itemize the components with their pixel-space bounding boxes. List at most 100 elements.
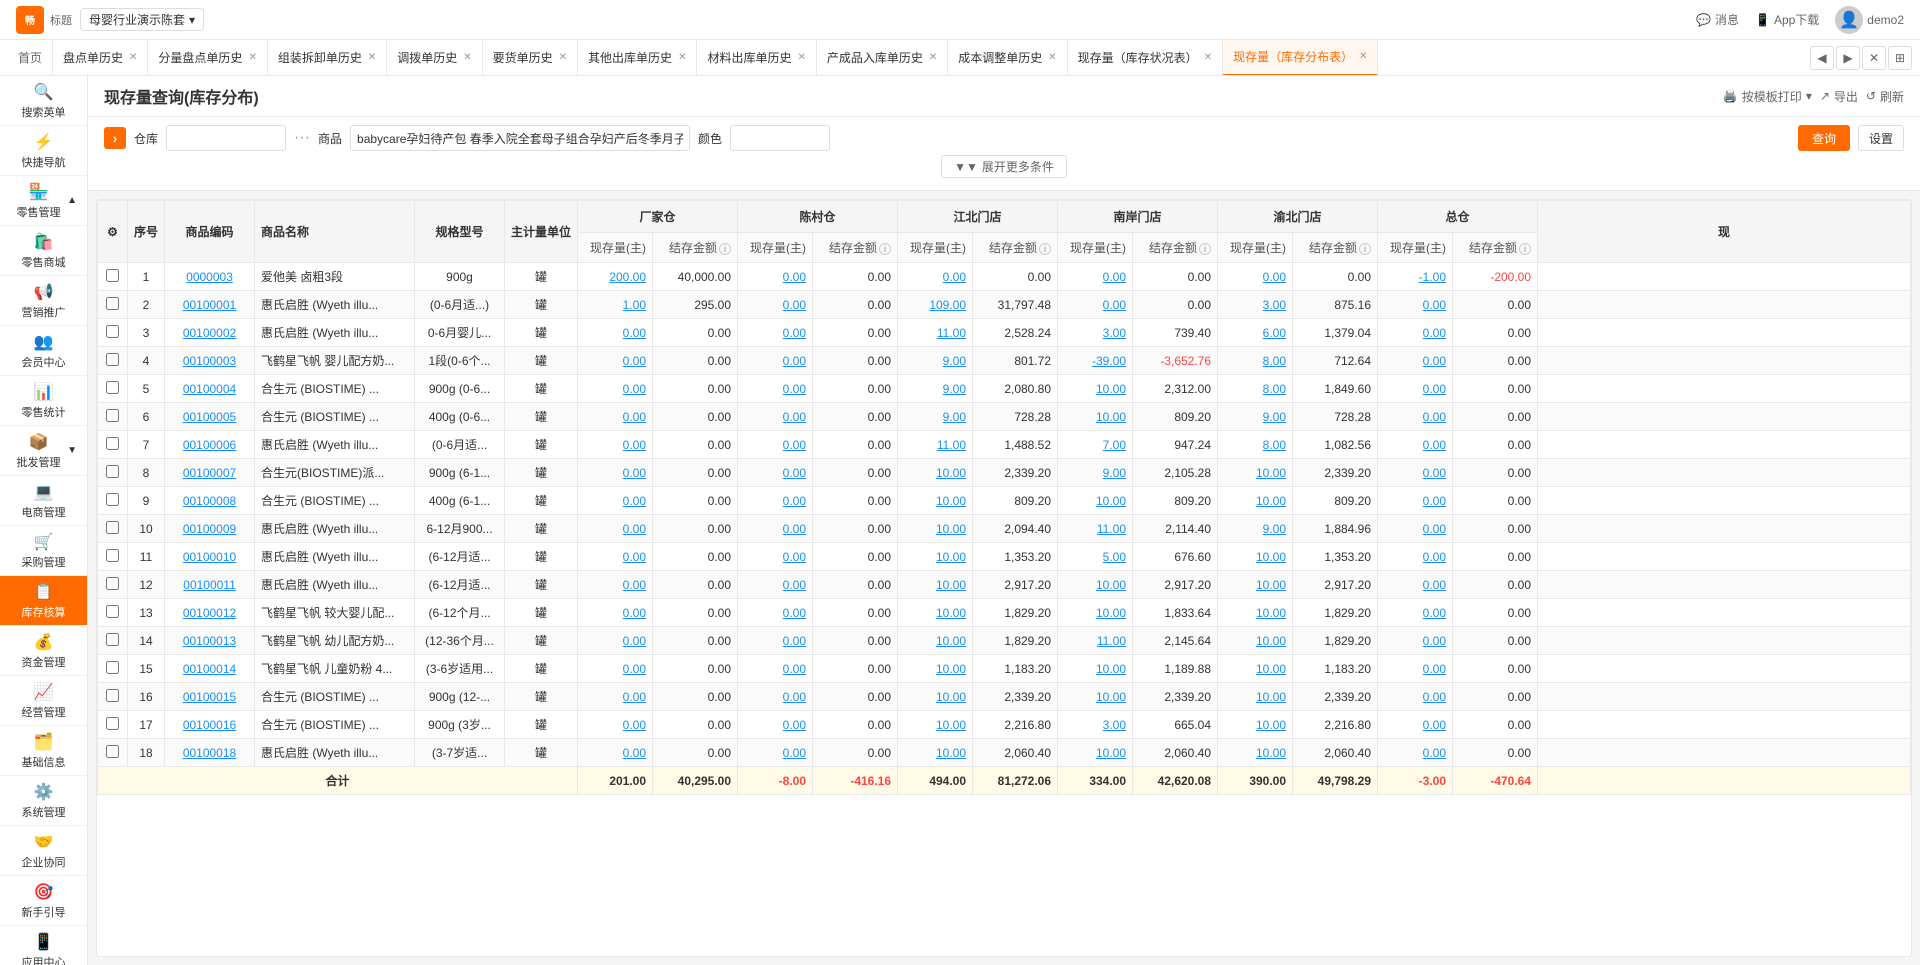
tab-transfer-history[interactable]: 调拨单历史 ✕	[387, 40, 482, 76]
appcenter-icon: 📱	[34, 932, 54, 952]
cell-checkbox[interactable]	[98, 403, 128, 431]
sidebar-item-appcenter[interactable]: 📱 应用中心	[0, 926, 87, 965]
sidebar-item-marketing[interactable]: 📢 营销推广	[0, 276, 87, 326]
cell-chen-amt: 0.00	[813, 515, 898, 543]
tab-product-inbound[interactable]: 产成品入库单历史 ✕	[817, 40, 948, 76]
search-btn[interactable]: 查询	[1798, 125, 1850, 151]
cell-spec: (0-6月适...)	[415, 291, 505, 319]
tab-cost-adjustment[interactable]: 成本调整单历史 ✕	[948, 40, 1067, 76]
refresh-btn[interactable]: ↺ 刷新	[1866, 88, 1904, 105]
sidebar-item-basic[interactable]: 🗂️ 基础信息	[0, 726, 87, 776]
tab-close-icon[interactable]: ✕	[368, 52, 376, 63]
export-btn[interactable]: ↗ 导出	[1820, 88, 1858, 105]
cell-nanan-qty: 10.00	[1058, 599, 1133, 627]
sidebar-item-retailstat[interactable]: 📊 零售统计	[0, 376, 87, 426]
tab-close-icon[interactable]: ✕	[559, 52, 567, 63]
sidebar-item-finance[interactable]: 💰 资金管理	[0, 626, 87, 676]
nav-prev-btn[interactable]: ◀	[1810, 46, 1834, 70]
cell-code: 00100001	[165, 291, 255, 319]
cell-checkbox[interactable]	[98, 459, 128, 487]
tab-close-icon[interactable]: ✕	[1204, 52, 1212, 63]
sidebar-item-system[interactable]: ⚙️ 系统管理	[0, 776, 87, 826]
cell-checkbox[interactable]	[98, 571, 128, 599]
cell-name: 惠氏启胜 (Wyeth illu...	[255, 571, 415, 599]
tab-close-icon[interactable]: ✕	[1359, 51, 1367, 62]
th-name: 商品名称	[255, 201, 415, 263]
cell-yubei-qty: 6.00	[1218, 319, 1293, 347]
print-btn[interactable]: 🖨️ 按模板打印 ▾	[1723, 88, 1812, 105]
cell-checkbox[interactable]	[98, 711, 128, 739]
sidebar-item-retail[interactable]: 🏪 零售管理 ▲	[0, 176, 87, 226]
sidebar-item-quicknav[interactable]: ⚡ 快捷导航	[0, 126, 87, 176]
sidebar-item-operations[interactable]: 📈 经营管理	[0, 676, 87, 726]
sidebar-item-purchase[interactable]: 🛒 采购管理	[0, 526, 87, 576]
cell-checkbox[interactable]	[98, 627, 128, 655]
sidebar-item-member[interactable]: 👥 会员中心	[0, 326, 87, 376]
sidebar-item-guide[interactable]: 🎯 新手引导	[0, 876, 87, 926]
cell-jiangbei-amt: 1,353.20	[973, 543, 1058, 571]
cell-nanan-amt: -3,652.76	[1133, 347, 1218, 375]
sidebar-item-wholesale[interactable]: 📦 批发管理 ▼	[0, 426, 87, 476]
cell-jiangbei-qty: 10.00	[898, 655, 973, 683]
tab-stock-status[interactable]: 现存量（库存状况表） ✕	[1068, 40, 1223, 76]
cell-checkbox[interactable]	[98, 599, 128, 627]
tab-home[interactable]: 首页	[8, 40, 53, 76]
goods-input[interactable]	[350, 125, 690, 151]
cell-jiangbei-qty: 10.00	[898, 627, 973, 655]
user-menu[interactable]: 👤 demo2	[1835, 6, 1904, 34]
cell-checkbox[interactable]	[98, 543, 128, 571]
cell-factory-amt: 0.00	[653, 571, 738, 599]
sidebar-item-search[interactable]: 🔍 搜索英单	[0, 76, 87, 126]
tab-inventory-history[interactable]: 盘点单历史 ✕	[53, 40, 148, 76]
cell-checkbox[interactable]	[98, 263, 128, 291]
settings-gear-icon[interactable]: ⚙	[107, 225, 118, 239]
tab-requisition-history[interactable]: 要货单历史 ✕	[483, 40, 578, 76]
cell-extra	[1538, 627, 1911, 655]
expand-more-btn[interactable]: ▼▼ 展开更多条件	[941, 155, 1067, 178]
warehouse-select[interactable]: 母婴行业演示陈套 ▾	[80, 8, 204, 31]
tab-close-icon[interactable]: ✕	[248, 52, 256, 63]
cell-checkbox[interactable]	[98, 515, 128, 543]
tab-close-icon[interactable]: ✕	[678, 52, 686, 63]
cell-factory-qty: 0.00	[578, 627, 653, 655]
cell-name: 飞鹤星飞帆 幼儿配方奶...	[255, 627, 415, 655]
filter-expand-btn[interactable]: ›	[104, 127, 126, 149]
tab-other-outbound[interactable]: 其他出库单历史 ✕	[578, 40, 697, 76]
cell-checkbox[interactable]	[98, 347, 128, 375]
cell-checkbox[interactable]	[98, 431, 128, 459]
cell-checkbox[interactable]	[98, 739, 128, 767]
tab-close-icon[interactable]: ✕	[797, 52, 805, 63]
sidebar-label-search: 搜索英单	[22, 104, 66, 120]
warehouse-input[interactable]	[166, 125, 286, 151]
cell-checkbox[interactable]	[98, 655, 128, 683]
sidebar-item-collab[interactable]: 🤝 企业协同	[0, 826, 87, 876]
cell-total-qty: 0.00	[1378, 543, 1453, 571]
tab-close-icon[interactable]: ✕	[1048, 52, 1056, 63]
message-btn[interactable]: 💬 消息	[1696, 11, 1739, 28]
sidebar-item-inventory[interactable]: 📋 库存核算	[0, 576, 87, 626]
nav-next-btn[interactable]: ▶	[1836, 46, 1860, 70]
settings-btn[interactable]: 设置	[1858, 125, 1904, 151]
cell-checkbox[interactable]	[98, 319, 128, 347]
app-download-btn[interactable]: 📱 App下载	[1755, 11, 1819, 28]
sidebar-item-ecommerce[interactable]: 💻 电商管理	[0, 476, 87, 526]
color-input[interactable]	[730, 125, 830, 151]
tab-split-history[interactable]: 分量盘点单历史 ✕	[148, 40, 267, 76]
nav-expand-btn[interactable]: ⊞	[1888, 46, 1912, 70]
cell-checkbox[interactable]	[98, 291, 128, 319]
table-header-row-1: ⚙ 序号 商品编码 商品名称 规格型号 主计量单位 厂家仓 陈村仓 江北门店 南…	[98, 201, 1911, 233]
cell-checkbox[interactable]	[98, 683, 128, 711]
nav-close-all-btn[interactable]: ✕	[1862, 46, 1886, 70]
sidebar-item-retailshop[interactable]: 🛍️ 零售商城	[0, 226, 87, 276]
cell-checkbox[interactable]	[98, 375, 128, 403]
th-total-amt: 结存金额i	[1453, 233, 1538, 263]
tab-close-icon[interactable]: ✕	[463, 52, 471, 63]
tab-material-outbound[interactable]: 材料出库单历史 ✕	[697, 40, 816, 76]
tab-stock-distribution[interactable]: 现存量（库存分布表） ✕	[1223, 40, 1378, 76]
tab-close-icon[interactable]: ✕	[129, 52, 137, 63]
cell-code: 00100013	[165, 627, 255, 655]
cell-code: 0000003	[165, 263, 255, 291]
tab-assembly-history[interactable]: 组装拆卸单历史 ✕	[268, 40, 387, 76]
cell-checkbox[interactable]	[98, 487, 128, 515]
tab-close-icon[interactable]: ✕	[929, 52, 937, 63]
